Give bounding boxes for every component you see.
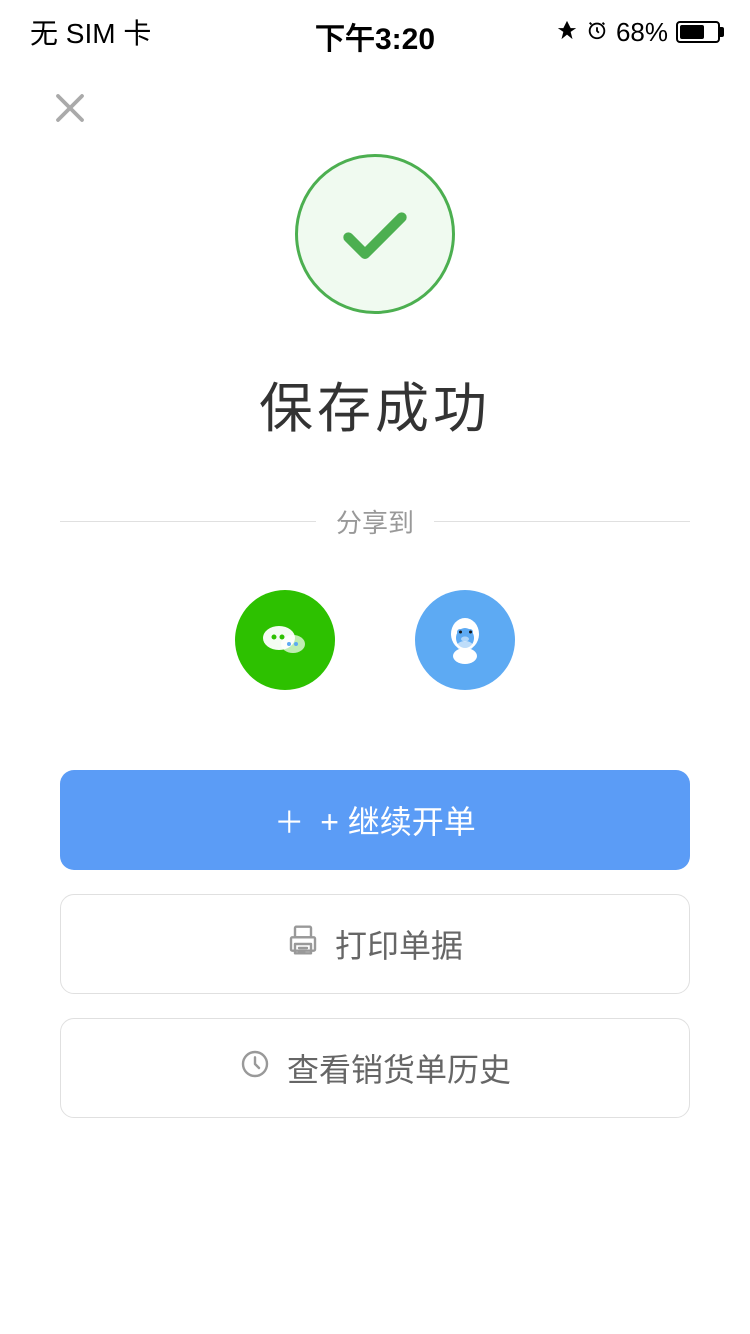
print-icon xyxy=(287,924,319,964)
history-label: 查看销货单历史 xyxy=(287,1045,511,1091)
history-button[interactable]: 查看销货单历史 xyxy=(60,1018,690,1118)
carrier-text: 无 SIM 卡 xyxy=(30,12,151,52)
status-time: 下午3:20 xyxy=(315,14,435,58)
print-button[interactable]: 打印单据 xyxy=(60,894,690,994)
share-divider: 分享到 xyxy=(60,503,690,540)
plus-icon: ＋ xyxy=(274,798,304,842)
wechat-share-button[interactable] xyxy=(235,590,335,690)
divider-right xyxy=(434,521,690,522)
status-bar: 无 SIM 卡 下午3:20 68% xyxy=(0,0,750,64)
success-icon-circle xyxy=(295,154,455,314)
location-icon xyxy=(556,17,578,48)
clock-icon xyxy=(239,1048,271,1088)
status-right: 68% xyxy=(556,17,720,48)
main-content: 保存成功 分享到 xyxy=(0,64,750,1118)
share-icons-row xyxy=(60,590,690,690)
alarm-icon xyxy=(586,17,608,48)
status-left: 无 SIM 卡 xyxy=(30,12,161,52)
continue-button[interactable]: ＋ + 继续开单 xyxy=(60,770,690,870)
success-title: 保存成功 xyxy=(259,364,491,443)
print-label: 打印单据 xyxy=(335,921,463,967)
actions-section: ＋ + 继续开单 打印单据 查看销货单 xyxy=(0,770,750,1118)
divider-left xyxy=(60,521,316,522)
battery-icon xyxy=(676,21,720,43)
qq-share-button[interactable] xyxy=(415,590,515,690)
close-button[interactable] xyxy=(40,78,100,138)
battery-label: 68% xyxy=(616,17,668,48)
continue-label: + 继续开单 xyxy=(320,797,476,843)
share-section: 分享到 xyxy=(0,503,750,690)
share-label: 分享到 xyxy=(336,503,414,540)
